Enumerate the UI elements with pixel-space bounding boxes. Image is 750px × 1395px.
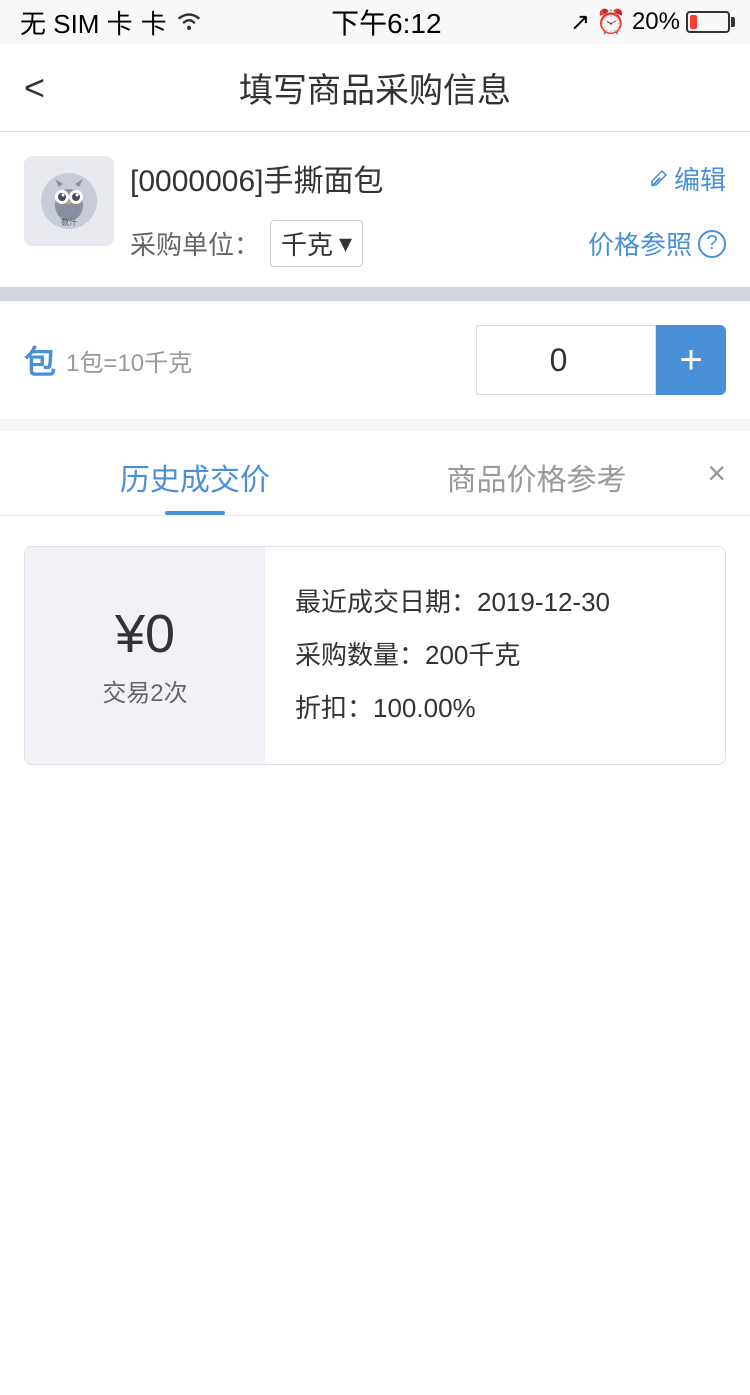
nav-bar: < 填写商品采购信息 <box>0 44 750 132</box>
dropdown-arrow-icon: ▾ <box>339 228 352 259</box>
transaction-card: ¥0 交易2次 最近成交日期：2019-12-30 采购数量：200千克 折扣：… <box>24 546 726 765</box>
purchase-qty-label: 采购数量： <box>295 640 425 670</box>
unit-value: 千克 <box>281 225 333 262</box>
section-divider <box>0 287 750 301</box>
back-button[interactable]: < <box>24 67 45 109</box>
quantity-input[interactable] <box>476 325 656 395</box>
product-header: 数汁 [0000006]手撕面包 编辑 采购单位： <box>24 156 726 267</box>
edit-button[interactable]: 编辑 <box>648 160 726 197</box>
product-info: [0000006]手撕面包 编辑 采购单位： 千克 ▾ <box>130 156 726 267</box>
battery-percent: 20% <box>632 8 680 36</box>
battery-icon <box>686 11 730 33</box>
status-right: ↗ ⏰ 20% <box>570 8 730 37</box>
product-full-name: [0000006]手撕面包 <box>130 156 383 200</box>
unit-label-area: 包 1包=10千克 <box>24 337 192 383</box>
purchase-unit-row: 采购单位： 千克 ▾ 价格参照 ? <box>130 220 726 267</box>
recent-date-row: 最近成交日期：2019-12-30 <box>295 583 695 622</box>
recent-date-label: 最近成交日期： <box>295 587 477 617</box>
location-icon: ↗ <box>570 8 590 37</box>
quantity-row: 包 1包=10千克 + <box>0 301 750 419</box>
recent-date-value: 2019-12-30 <box>477 587 610 617</box>
tabs-header: 历史成交价 商品价格参考 × <box>0 431 750 516</box>
tabs-close-button[interactable]: × <box>707 435 726 512</box>
purchase-unit-label: 采购单位： <box>130 225 260 262</box>
transaction-content: ¥0 交易2次 最近成交日期：2019-12-30 采购数量：200千克 折扣：… <box>0 516 750 795</box>
empty-content-area <box>0 795 750 1395</box>
alarm-icon: ⏰ <box>596 8 626 37</box>
unit-select-dropdown[interactable]: 千克 ▾ <box>270 220 363 267</box>
price-reference-button[interactable]: 价格参照 ? <box>588 225 726 262</box>
product-image: 数汁 <box>24 156 114 246</box>
tab-product-price-reference[interactable]: 商品价格参考 <box>366 431 708 515</box>
discount-value: 100.00% <box>373 693 476 723</box>
product-name-row: [0000006]手撕面包 编辑 <box>130 156 726 200</box>
price-number: 0 <box>145 604 175 664</box>
transaction-count-label: 交易2次 <box>102 673 187 708</box>
wifi-icon <box>175 7 203 38</box>
transaction-price-value: ¥0 <box>115 603 175 665</box>
price-ref-label: 价格参照 <box>588 225 692 262</box>
carrier-text: 无 SIM 卡 <box>20 4 133 41</box>
price-ref-help-icon: ? <box>698 230 726 258</box>
status-time: 下午6:12 <box>331 2 442 42</box>
page-title: 填写商品采购信息 <box>239 63 511 112</box>
sim-card-icon: 卡 <box>141 4 167 41</box>
price-symbol: ¥ <box>115 604 145 664</box>
transaction-details: 最近成交日期：2019-12-30 采购数量：200千克 折扣：100.00% <box>265 547 725 764</box>
status-left: 无 SIM 卡 卡 <box>20 4 203 41</box>
unit-conversion-text: 1包=10千克 <box>66 343 192 378</box>
purchase-qty-value: 200千克 <box>425 640 520 670</box>
product-card: 数汁 [0000006]手撕面包 编辑 采购单位： <box>0 132 750 287</box>
quantity-plus-button[interactable]: + <box>656 325 726 395</box>
discount-row: 折扣：100.00% <box>295 689 695 728</box>
transaction-price-summary: ¥0 交易2次 <box>25 547 265 764</box>
status-bar: 无 SIM 卡 卡 下午6:12 ↗ ⏰ 20% <box>0 0 750 44</box>
quantity-control: + <box>476 325 726 395</box>
tabs-container: 历史成交价 商品价格参考 × ¥0 交易2次 最近成交日期：2019-12-30… <box>0 431 750 795</box>
tab-historical-price[interactable]: 历史成交价 <box>24 431 366 515</box>
edit-label: 编辑 <box>674 160 726 197</box>
package-unit-name: 包 <box>24 337 56 383</box>
product-logo-icon: 数汁 <box>39 171 99 231</box>
purchase-qty-row: 采购数量：200千克 <box>295 636 695 675</box>
edit-icon <box>648 167 670 189</box>
svg-text:数汁: 数汁 <box>61 217 77 227</box>
battery-fill <box>690 15 697 29</box>
discount-label: 折扣： <box>295 693 373 723</box>
